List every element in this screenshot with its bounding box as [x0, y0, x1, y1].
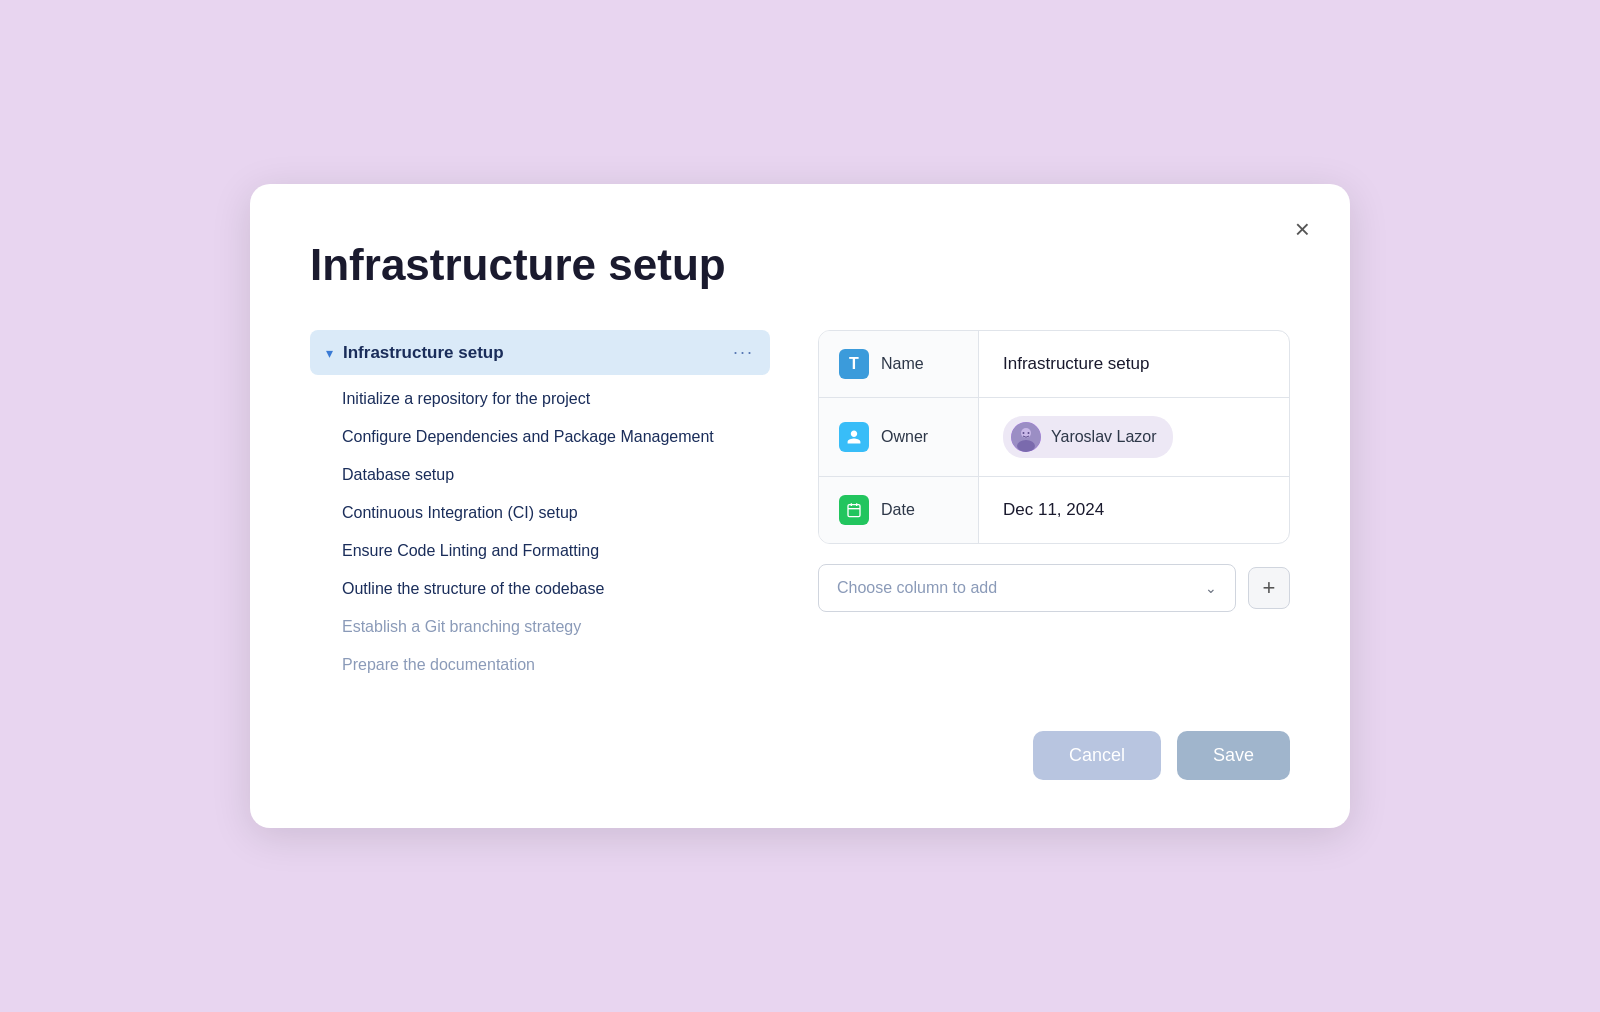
property-key-owner: Owner [819, 398, 979, 476]
list-item: Continuous Integration (CI) setup [310, 495, 770, 531]
svg-rect-5 [848, 505, 860, 517]
chevron-down-icon: ▾ [326, 345, 333, 361]
owner-name: Yaroslav Lazor [1051, 428, 1157, 446]
close-button[interactable]: × [1291, 212, 1314, 246]
list-item: Outline the structure of the codebase [310, 571, 770, 607]
task-list: ▾ Infrastructure setup ··· Initialize a … [310, 330, 770, 683]
list-item: Initialize a repository for the project [310, 381, 770, 417]
property-value-date: Dec 11, 2024 [979, 477, 1289, 543]
properties-table: T Name Infrastructure setup [818, 330, 1290, 544]
property-key-name: T Name [819, 331, 979, 397]
list-item: Configure Dependencies and Package Manag… [310, 419, 770, 455]
property-row-name: T Name Infrastructure setup [819, 331, 1289, 398]
property-row-date: Date Dec 11, 2024 [819, 477, 1289, 543]
more-options-icon[interactable]: ··· [733, 342, 754, 363]
task-parent-item[interactable]: ▾ Infrastructure setup ··· [310, 330, 770, 375]
detail-panel: T Name Infrastructure setup [818, 330, 1290, 612]
svg-point-2 [1017, 440, 1035, 452]
column-picker-label: Choose column to add [837, 579, 997, 597]
list-item: Database setup [310, 457, 770, 493]
owner-badge[interactable]: Yaroslav Lazor [1003, 416, 1173, 458]
owner-icon [839, 422, 869, 452]
modal-footer: Cancel Save [310, 731, 1290, 780]
name-icon: T [839, 349, 869, 379]
avatar [1011, 422, 1041, 452]
property-key-date: Date [819, 477, 979, 543]
property-value-owner: Yaroslav Lazor [979, 398, 1289, 476]
add-column-row: Choose column to add ⌄ + [818, 564, 1290, 612]
task-parent-left: ▾ Infrastructure setup [326, 343, 504, 363]
list-item: Establish a Git branching strategy [310, 609, 770, 645]
date-label: Date [881, 501, 915, 519]
column-picker-dropdown[interactable]: Choose column to add ⌄ [818, 564, 1236, 612]
svg-point-4 [1028, 432, 1030, 434]
task-parent-label: Infrastructure setup [343, 343, 504, 363]
cancel-button[interactable]: Cancel [1033, 731, 1161, 780]
chevron-down-icon: ⌄ [1205, 580, 1217, 596]
save-button[interactable]: Save [1177, 731, 1290, 780]
property-value-name: Infrastructure setup [979, 331, 1289, 397]
svg-point-3 [1023, 432, 1025, 434]
property-row-owner: Owner [819, 398, 1289, 477]
list-item: Prepare the documentation [310, 647, 770, 683]
owner-label: Owner [881, 428, 928, 446]
add-column-button[interactable]: + [1248, 567, 1290, 609]
name-label: Name [881, 355, 924, 373]
date-icon [839, 495, 869, 525]
modal-title: Infrastructure setup [310, 240, 1290, 290]
list-item: Ensure Code Linting and Formatting [310, 533, 770, 569]
modal-container: × Infrastructure setup ▾ Infrastructure … [250, 184, 1350, 828]
modal-body: ▾ Infrastructure setup ··· Initialize a … [310, 330, 1290, 683]
